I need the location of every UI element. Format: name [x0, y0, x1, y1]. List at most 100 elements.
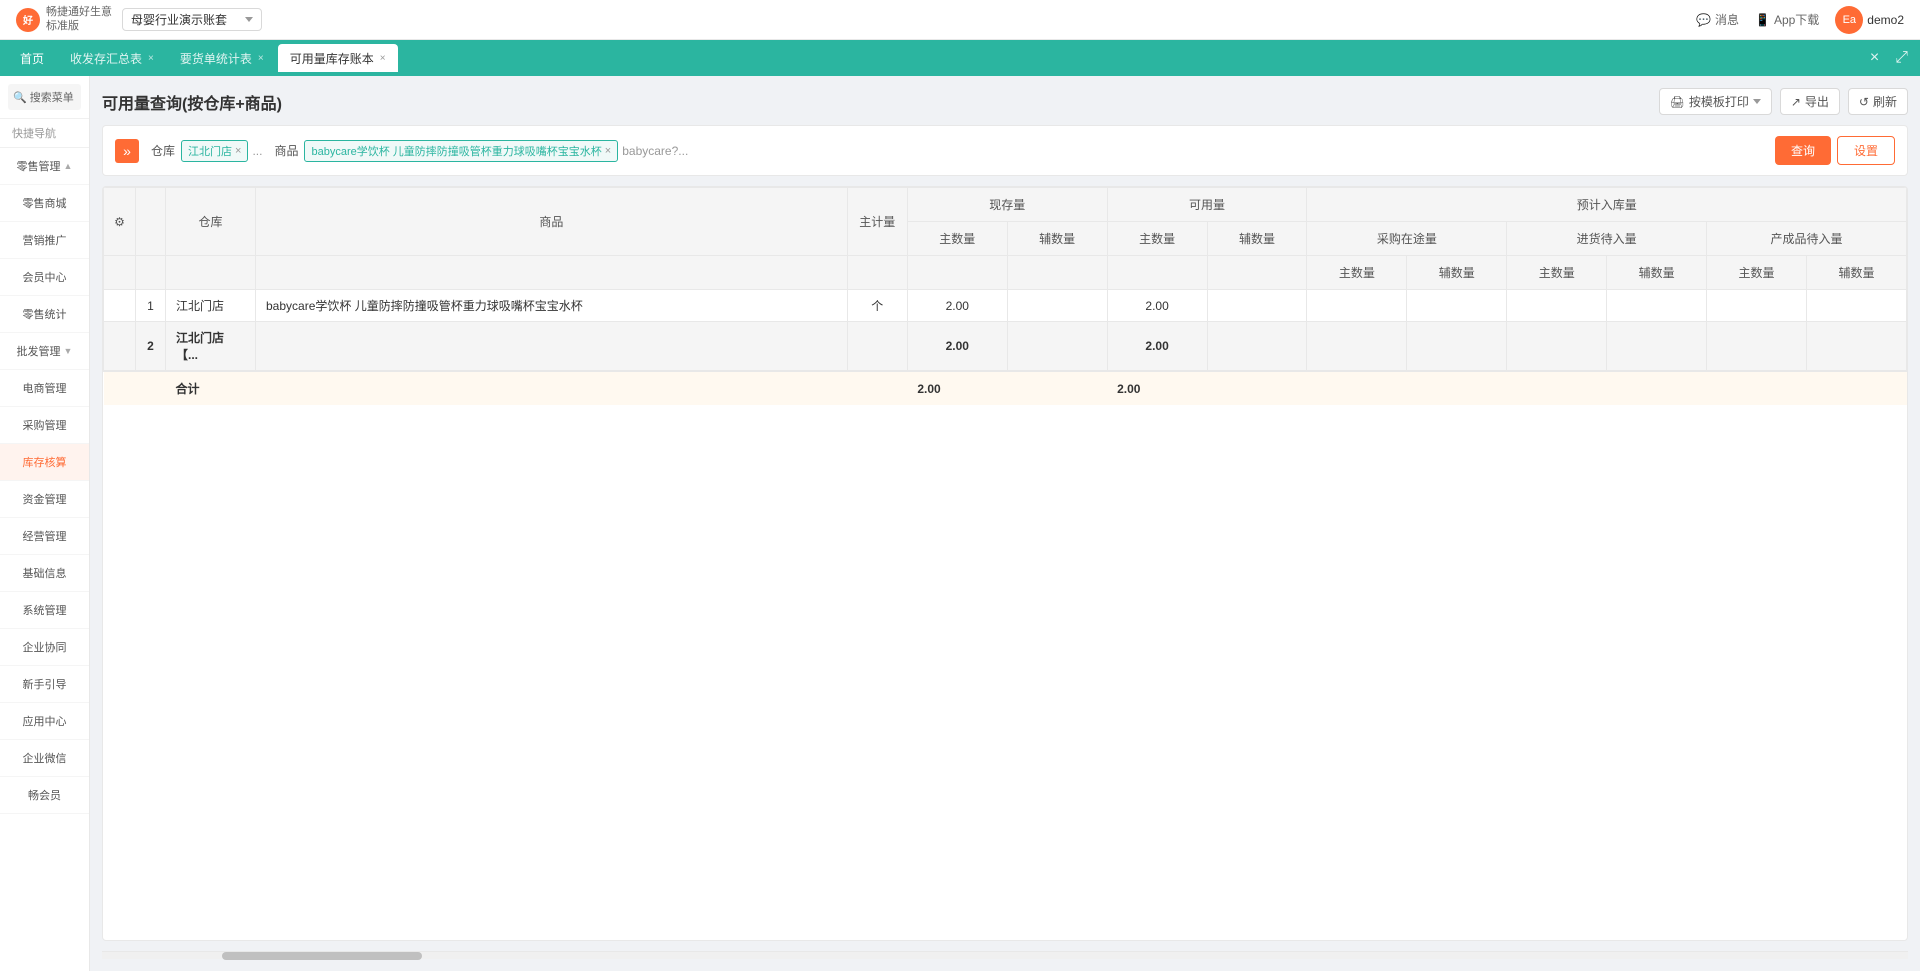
th-goods-pend-header: 进货待入量	[1507, 222, 1707, 256]
th-current-stock: 现存量	[907, 188, 1107, 222]
sidebar-item-wechat[interactable]: 企业微信	[0, 740, 89, 777]
chevron-icon: ▲	[64, 161, 73, 171]
tab-bar-right: × ⤢	[1866, 45, 1912, 71]
warehouse-tags: 江北门店 × ...	[181, 140, 262, 162]
th-product: 商品	[256, 188, 848, 256]
th-avail-aux-qty: 辅数量	[1207, 222, 1307, 256]
filter-more-product[interactable]: babycare?...	[622, 144, 688, 158]
product-tag-babycare[interactable]: babycare学饮杯 儿童防摔防撞吸管杯重力球吸嘴杯宝宝水杯 ×	[304, 140, 618, 162]
sidebar: 🔍 搜索菜单 快捷导航 零售管理 ▲ 零售商城 营销推广 会员中心 零售统计 批…	[0, 76, 90, 971]
chevron-down-icon	[245, 17, 253, 22]
page-header: 可用量查询(按仓库+商品) 🖨 按模板打印 ↗ 导出 ↺ 刷新	[102, 88, 1908, 115]
tab-available-stock[interactable]: 可用量库存账本 ×	[278, 44, 398, 72]
logo-icon: 好	[16, 8, 40, 32]
th-prod-pend-aux: 辅数量	[1806, 256, 1906, 290]
filter-toggle-button[interactable]: »	[115, 139, 139, 163]
product-label: 商品	[274, 142, 298, 159]
user-menu[interactable]: Ea demo2	[1835, 6, 1904, 34]
horizontal-scrollbar[interactable]	[102, 951, 1908, 959]
sidebar-item-sys-mgmt[interactable]: 系统管理	[0, 592, 89, 629]
product-filter-group: 商品 babycare学饮杯 儿童防摔防撞吸管杯重力球吸嘴杯宝宝水杯 × bab…	[274, 140, 688, 162]
th-pur-transit-main: 主数量	[1307, 256, 1407, 290]
sidebar-item-marketing[interactable]: 营销推广	[0, 222, 89, 259]
warehouse-filter-group: 仓库 江北门店 × ...	[151, 140, 262, 162]
search-menu-button[interactable]: 🔍 搜索菜单	[8, 84, 81, 110]
warehouse-tag-jiangbei[interactable]: 江北门店 ×	[181, 140, 248, 162]
sidebar-item-purchase[interactable]: 采购管理	[0, 407, 89, 444]
filter-bar: » 仓库 江北门店 × ... 商品 babycare学饮杯 儿童防摔防撞吸管杯…	[102, 125, 1908, 176]
export-icon: ↗	[1791, 95, 1801, 109]
th-pur-transit-header: 采购在途量	[1307, 222, 1507, 256]
sidebar-item-new-guide[interactable]: 新手引导	[0, 666, 89, 703]
restore-button[interactable]: ⤢	[1891, 45, 1912, 71]
table-container: ⚙ 仓库 商品 主计量 现存量 可用量 预计入库量 主数量 辅数量 主数量 辅数…	[102, 186, 1908, 941]
top-bar-left: 好 畅捷通好生意 标准版 母婴行业演示账套	[16, 6, 262, 32]
sidebar-item-operation[interactable]: 经营管理	[0, 518, 89, 555]
page-actions: 🖨 按模板打印 ↗ 导出 ↺ 刷新	[1659, 88, 1908, 115]
th-prod-pend-header: 产成品待入量	[1707, 222, 1907, 256]
th-warehouse: 仓库	[166, 188, 256, 256]
tab-receipt[interactable]: 收发存汇总表 ×	[58, 44, 166, 72]
app-download-button[interactable]: 📱 App下载	[1755, 11, 1819, 28]
tab-bar: 首页 收发存汇总表 × 要货单统计表 × 可用量库存账本 × × ⤢	[0, 40, 1920, 76]
filter-more-warehouse[interactable]: ...	[252, 144, 262, 158]
tab-order-stats[interactable]: 要货单统计表 ×	[168, 44, 276, 72]
th-available: 可用量	[1107, 188, 1307, 222]
sidebar-item-inventory[interactable]: 库存核算	[0, 444, 89, 481]
sidebar-item-app-center[interactable]: 应用中心	[0, 703, 89, 740]
table-row: 1 江北门店 babycare学饮杯 儿童防摔防撞吸管杯重力球吸嘴杯宝宝水杯 个…	[104, 290, 1907, 322]
query-button[interactable]: 查询	[1775, 136, 1831, 165]
close-all-button[interactable]: ×	[1866, 45, 1883, 71]
tab-receipt-close[interactable]: ×	[148, 53, 154, 64]
sidebar-item-ecommerce[interactable]: 电商管理	[0, 370, 89, 407]
th-predicted-inbound: 预计入库量	[1307, 188, 1907, 222]
th-settings[interactable]: ⚙	[104, 188, 136, 256]
top-bar: 好 畅捷通好生意 标准版 母婴行业演示账套 💬 消息 📱 App下载 Ea de…	[0, 0, 1920, 40]
export-button[interactable]: ↗ 导出	[1780, 88, 1840, 115]
sidebar-item-enterprise[interactable]: 企业协同	[0, 629, 89, 666]
company-selector[interactable]: 母婴行业演示账套	[122, 8, 262, 31]
tab-home[interactable]: 首页	[8, 44, 56, 72]
logo-text: 畅捷通好生意 标准版	[46, 6, 112, 32]
sidebar-item-retail-stats[interactable]: 零售统计	[0, 296, 89, 333]
message-button[interactable]: 💬 消息	[1696, 11, 1739, 28]
remove-product-tag[interactable]: ×	[605, 145, 611, 157]
remove-warehouse-tag[interactable]: ×	[235, 145, 241, 157]
sidebar-item-wholesale-mgmt[interactable]: 批发管理 ▼	[0, 333, 89, 370]
avatar: Ea	[1835, 6, 1863, 34]
message-icon: 💬	[1696, 13, 1711, 27]
scrollbar-thumb[interactable]	[222, 952, 422, 960]
chevron-icon: ▼	[64, 346, 73, 356]
tab-order-stats-close[interactable]: ×	[258, 53, 264, 64]
th-stock-main-qty: 主数量	[907, 222, 1007, 256]
print-icon: 🖨	[1670, 95, 1685, 109]
tab-available-stock-close[interactable]: ×	[380, 53, 386, 64]
th-avail-main-qty: 主数量	[1107, 222, 1207, 256]
sidebar-item-vip[interactable]: 畅会员	[0, 777, 89, 814]
data-table: ⚙ 仓库 商品 主计量 现存量 可用量 预计入库量 主数量 辅数量 主数量 辅数…	[103, 187, 1907, 405]
warehouse-label: 仓库	[151, 142, 175, 159]
top-bar-right: 💬 消息 📱 App下载 Ea demo2	[1696, 6, 1904, 34]
chevron-down-icon	[1753, 99, 1761, 104]
sidebar-item-member-center[interactable]: 会员中心	[0, 259, 89, 296]
th-goods-pend-main: 主数量	[1507, 256, 1607, 290]
sidebar-item-retail-mall[interactable]: 零售商城	[0, 185, 89, 222]
page-title: 可用量查询(按仓库+商品)	[102, 90, 282, 114]
download-icon: 📱	[1755, 13, 1770, 27]
print-template-button[interactable]: 🖨 按模板打印	[1659, 88, 1772, 115]
product-tags: babycare学饮杯 儿童防摔防撞吸管杯重力球吸嘴杯宝宝水杯 × babyca…	[304, 140, 688, 162]
logo-area: 好 畅捷通好生意 标准版	[16, 6, 112, 32]
content-area: 可用量查询(按仓库+商品) 🖨 按模板打印 ↗ 导出 ↺ 刷新 »	[90, 76, 1920, 971]
refresh-button[interactable]: ↺ 刷新	[1848, 88, 1908, 115]
filter-actions: 查询 设置	[1775, 136, 1895, 165]
quick-nav-label: 快捷导航	[0, 119, 89, 148]
th-prod-pend-main: 主数量	[1707, 256, 1807, 290]
sidebar-item-basic-info[interactable]: 基础信息	[0, 555, 89, 592]
th-pur-transit-aux: 辅数量	[1407, 256, 1507, 290]
settings-button[interactable]: 设置	[1837, 136, 1895, 165]
th-goods-pend-aux: 辅数量	[1607, 256, 1707, 290]
sidebar-item-finance[interactable]: 资金管理	[0, 481, 89, 518]
sidebar-item-retail-mgmt[interactable]: 零售管理 ▲	[0, 148, 89, 185]
table-row: 2 江北门店【... 2.00 2.00	[104, 322, 1907, 372]
main-layout: 🔍 搜索菜单 快捷导航 零售管理 ▲ 零售商城 营销推广 会员中心 零售统计 批…	[0, 76, 1920, 971]
